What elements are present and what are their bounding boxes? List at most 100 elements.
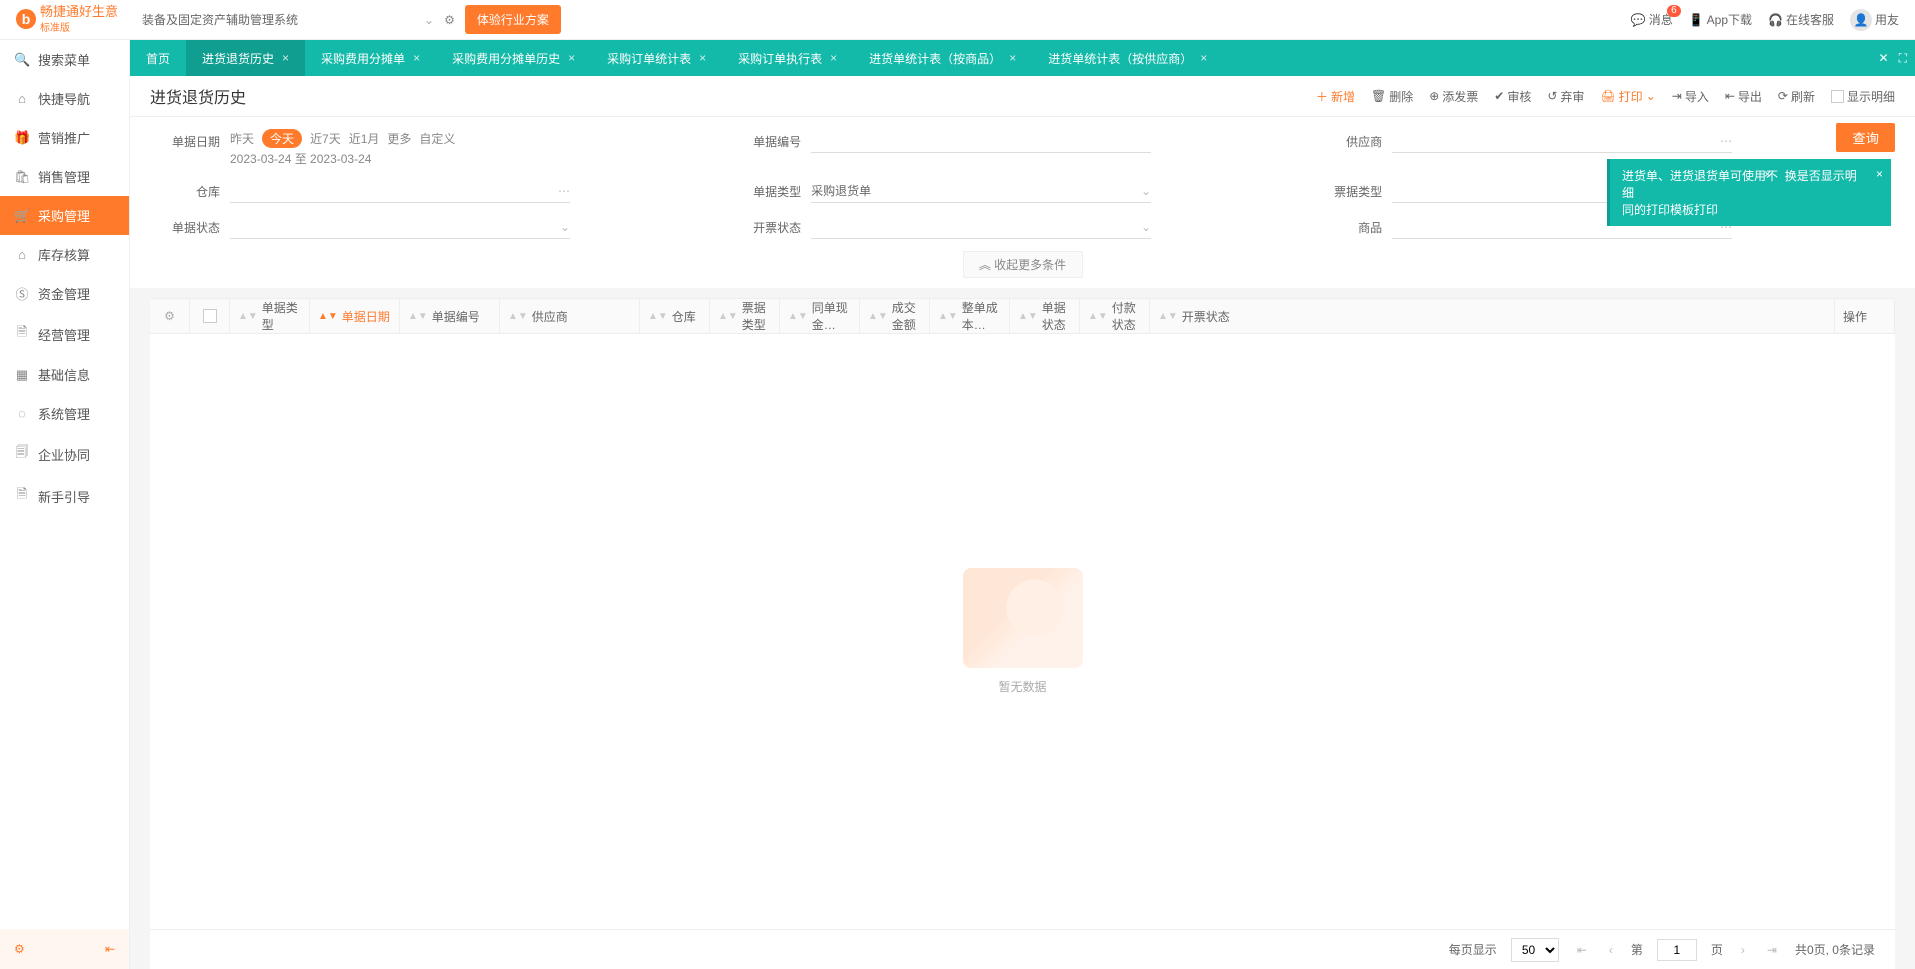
sidebar-item-label: 资金管理 xyxy=(38,284,90,303)
more-icon[interactable]: ⋯ xyxy=(558,184,570,198)
th-voucher[interactable]: ▲▼票据类型 xyxy=(710,299,780,333)
close-icon[interactable]: × xyxy=(1009,51,1016,65)
add-invoice-button[interactable]: ⊕添发票 xyxy=(1429,88,1478,105)
date-tag-7d[interactable]: 近7天 xyxy=(310,130,341,147)
collapse-sidebar-icon[interactable]: ⇤ xyxy=(105,942,115,956)
tab-cost-alloc-hist[interactable]: 采购费用分摊单历史× xyxy=(436,40,591,76)
grid-icon: ▦ xyxy=(14,367,30,383)
app-download-button[interactable]: 📱 App下载 xyxy=(1689,11,1752,28)
export-button[interactable]: ⇤导出 xyxy=(1725,88,1762,105)
user-menu[interactable]: 👤 用友 xyxy=(1850,9,1899,31)
order-type-select[interactable]: 采购退货单⌄ xyxy=(811,179,1151,203)
tab-return-history[interactable]: 进货退货历史 × xyxy=(186,40,305,76)
tab-po-stats[interactable]: 采购订单统计表× xyxy=(591,40,722,76)
th-pay[interactable]: ▲▼付款状态 xyxy=(1080,299,1150,333)
delete-button[interactable]: 🗑删除 xyxy=(1371,88,1413,105)
supplier-input[interactable]: ⋯ xyxy=(1392,129,1732,153)
fullscreen-icon[interactable]: ⛶ xyxy=(1899,51,1907,66)
th-cost[interactable]: ▲▼整单成本… xyxy=(930,299,1010,333)
collapse-conditions-button[interactable]: ︽ 收起更多条件 xyxy=(963,251,1083,278)
close-icon[interactable]: × xyxy=(699,51,706,65)
settings-icon[interactable]: ⚙ xyxy=(444,13,455,27)
order-no-input[interactable] xyxy=(811,129,1151,153)
close-icon[interactable]: × xyxy=(1876,167,1883,181)
sidebar-item-purchase[interactable]: 🛒采购管理 xyxy=(0,196,129,235)
settings-icon[interactable]: ⚙ xyxy=(14,942,25,956)
th-date[interactable]: ▲▼单据日期 xyxy=(310,299,400,333)
field-label: 单据日期 xyxy=(150,129,220,150)
system-select[interactable]: 装备及固定资产辅助管理系统 ⌄ xyxy=(142,11,434,28)
th-warehouse[interactable]: ▲▼仓库 xyxy=(640,299,710,333)
show-detail-toggle[interactable]: 显示明细 xyxy=(1831,88,1895,105)
tab-cost-alloc[interactable]: 采购费用分摊单× xyxy=(305,40,436,76)
th-type[interactable]: ▲▼单据类型 xyxy=(230,299,310,333)
date-tag-yesterday[interactable]: 昨天 xyxy=(230,130,254,147)
date-tag-more[interactable]: 更多 xyxy=(387,130,411,147)
sidebar-item-management[interactable]: 🗎经营管理 xyxy=(0,313,129,355)
refresh-button[interactable]: ⟳刷新 xyxy=(1778,88,1815,105)
close-icon[interactable]: × xyxy=(830,51,837,65)
discard-button[interactable]: ↺弃审 xyxy=(1547,88,1584,105)
page-number-input[interactable] xyxy=(1657,939,1697,961)
sidebar-item-quicknav[interactable]: ⌂快捷导航 xyxy=(0,79,129,118)
tab-po-exec[interactable]: 采购订单执行表× xyxy=(722,40,853,76)
date-tag-1m[interactable]: 近1月 xyxy=(349,130,380,147)
logo-icon: b xyxy=(16,9,36,29)
sidebar-item-guide[interactable]: 🗎新手引导 xyxy=(0,475,129,517)
gear-icon: ◌ xyxy=(14,406,30,421)
close-icon[interactable]: × xyxy=(282,51,289,65)
sidebar-item-label: 基础信息 xyxy=(38,365,90,384)
th-invoice[interactable]: ▲▼开票状态 xyxy=(1150,299,1835,333)
search-area: 查询 进货单、进货退货单可使用不 × 换是否显示明细 同的打印模板打印 × 单据… xyxy=(130,117,1915,288)
first-page-button[interactable]: ⇤ xyxy=(1573,943,1591,957)
print-button[interactable]: 🖨打印⌄ xyxy=(1600,88,1655,105)
th-no[interactable]: ▲▼单据编号 xyxy=(400,299,500,333)
sort-icon: ▲▼ xyxy=(938,314,958,319)
sidebar-item-enterprise[interactable]: 🗐企业协同 xyxy=(0,433,129,475)
close-all-icon[interactable]: ✕ xyxy=(1879,51,1889,65)
close-icon[interactable]: × xyxy=(1764,167,1771,181)
th-cash[interactable]: ▲▼同单现金… xyxy=(780,299,860,333)
logo-brand: 畅捷通好生意 xyxy=(40,5,118,19)
topbar-right: 💬 消息 6 📱 App下载 🎧 在线客服 👤 用友 xyxy=(1631,9,1899,31)
sidebar-item-system[interactable]: ◌系统管理 xyxy=(0,394,129,433)
tab-in-stats-product[interactable]: 进货单统计表（按商品）× xyxy=(853,40,1032,76)
per-page-select[interactable]: 50 xyxy=(1511,938,1559,962)
tab-in-stats-supplier[interactable]: 进货单统计表（按供应商）× xyxy=(1032,40,1223,76)
industry-plan-button[interactable]: 体验行业方案 xyxy=(465,5,561,34)
date-tag-today[interactable]: 今天 xyxy=(262,129,302,148)
chevron-down-icon: ⌄ xyxy=(1141,220,1151,234)
tab-home[interactable]: 首页 xyxy=(130,40,186,76)
close-icon[interactable]: × xyxy=(568,51,575,65)
sidebar-item-inventory[interactable]: ⌂库存核算 xyxy=(0,235,129,274)
select-all-checkbox[interactable] xyxy=(190,299,230,333)
sidebar-item-funds[interactable]: Ⓢ资金管理 xyxy=(0,274,129,313)
th-supplier[interactable]: ▲▼供应商 xyxy=(500,299,640,333)
tab-label: 进货退货历史 xyxy=(202,50,274,67)
date-tag-custom[interactable]: 自定义 xyxy=(419,130,455,147)
table-settings-button[interactable]: ⚙ xyxy=(150,299,190,333)
prev-page-button[interactable]: ‹ xyxy=(1605,943,1617,957)
warehouse-input[interactable]: ⋯ xyxy=(230,179,570,203)
invoice-status-select[interactable]: ⌄ xyxy=(811,215,1151,239)
sidebar-item-marketing[interactable]: 🎁营销推广 xyxy=(0,118,129,157)
sidebar-item-basic[interactable]: ▦ 基础信息 xyxy=(0,355,129,394)
th-deal[interactable]: ▲▼成交金额 xyxy=(860,299,930,333)
import-button[interactable]: ⇥导入 xyxy=(1672,88,1709,105)
more-icon[interactable]: ⋯ xyxy=(1720,134,1732,148)
last-page-button[interactable]: ⇥ xyxy=(1763,943,1781,957)
sidebar-item-search[interactable]: 🔍搜索菜单 xyxy=(0,40,129,79)
query-button[interactable]: 查询 xyxy=(1836,123,1895,152)
messages-button[interactable]: 💬 消息 6 xyxy=(1631,11,1673,28)
new-button[interactable]: ＋新增 xyxy=(1316,88,1355,105)
sort-icon: ▲▼ xyxy=(318,314,338,319)
sidebar-item-sales[interactable]: 🛍销售管理 xyxy=(0,157,129,196)
order-status-select[interactable]: ⌄ xyxy=(230,215,570,239)
customer-service-button[interactable]: 🎧 在线客服 xyxy=(1768,11,1834,28)
close-icon[interactable]: × xyxy=(1200,51,1207,65)
audit-button[interactable]: ✔审核 xyxy=(1494,88,1531,105)
import-icon: ⇥ xyxy=(1672,89,1682,103)
close-icon[interactable]: × xyxy=(413,51,420,65)
next-page-button[interactable]: › xyxy=(1737,943,1749,957)
th-status[interactable]: ▲▼单据状态 xyxy=(1010,299,1080,333)
